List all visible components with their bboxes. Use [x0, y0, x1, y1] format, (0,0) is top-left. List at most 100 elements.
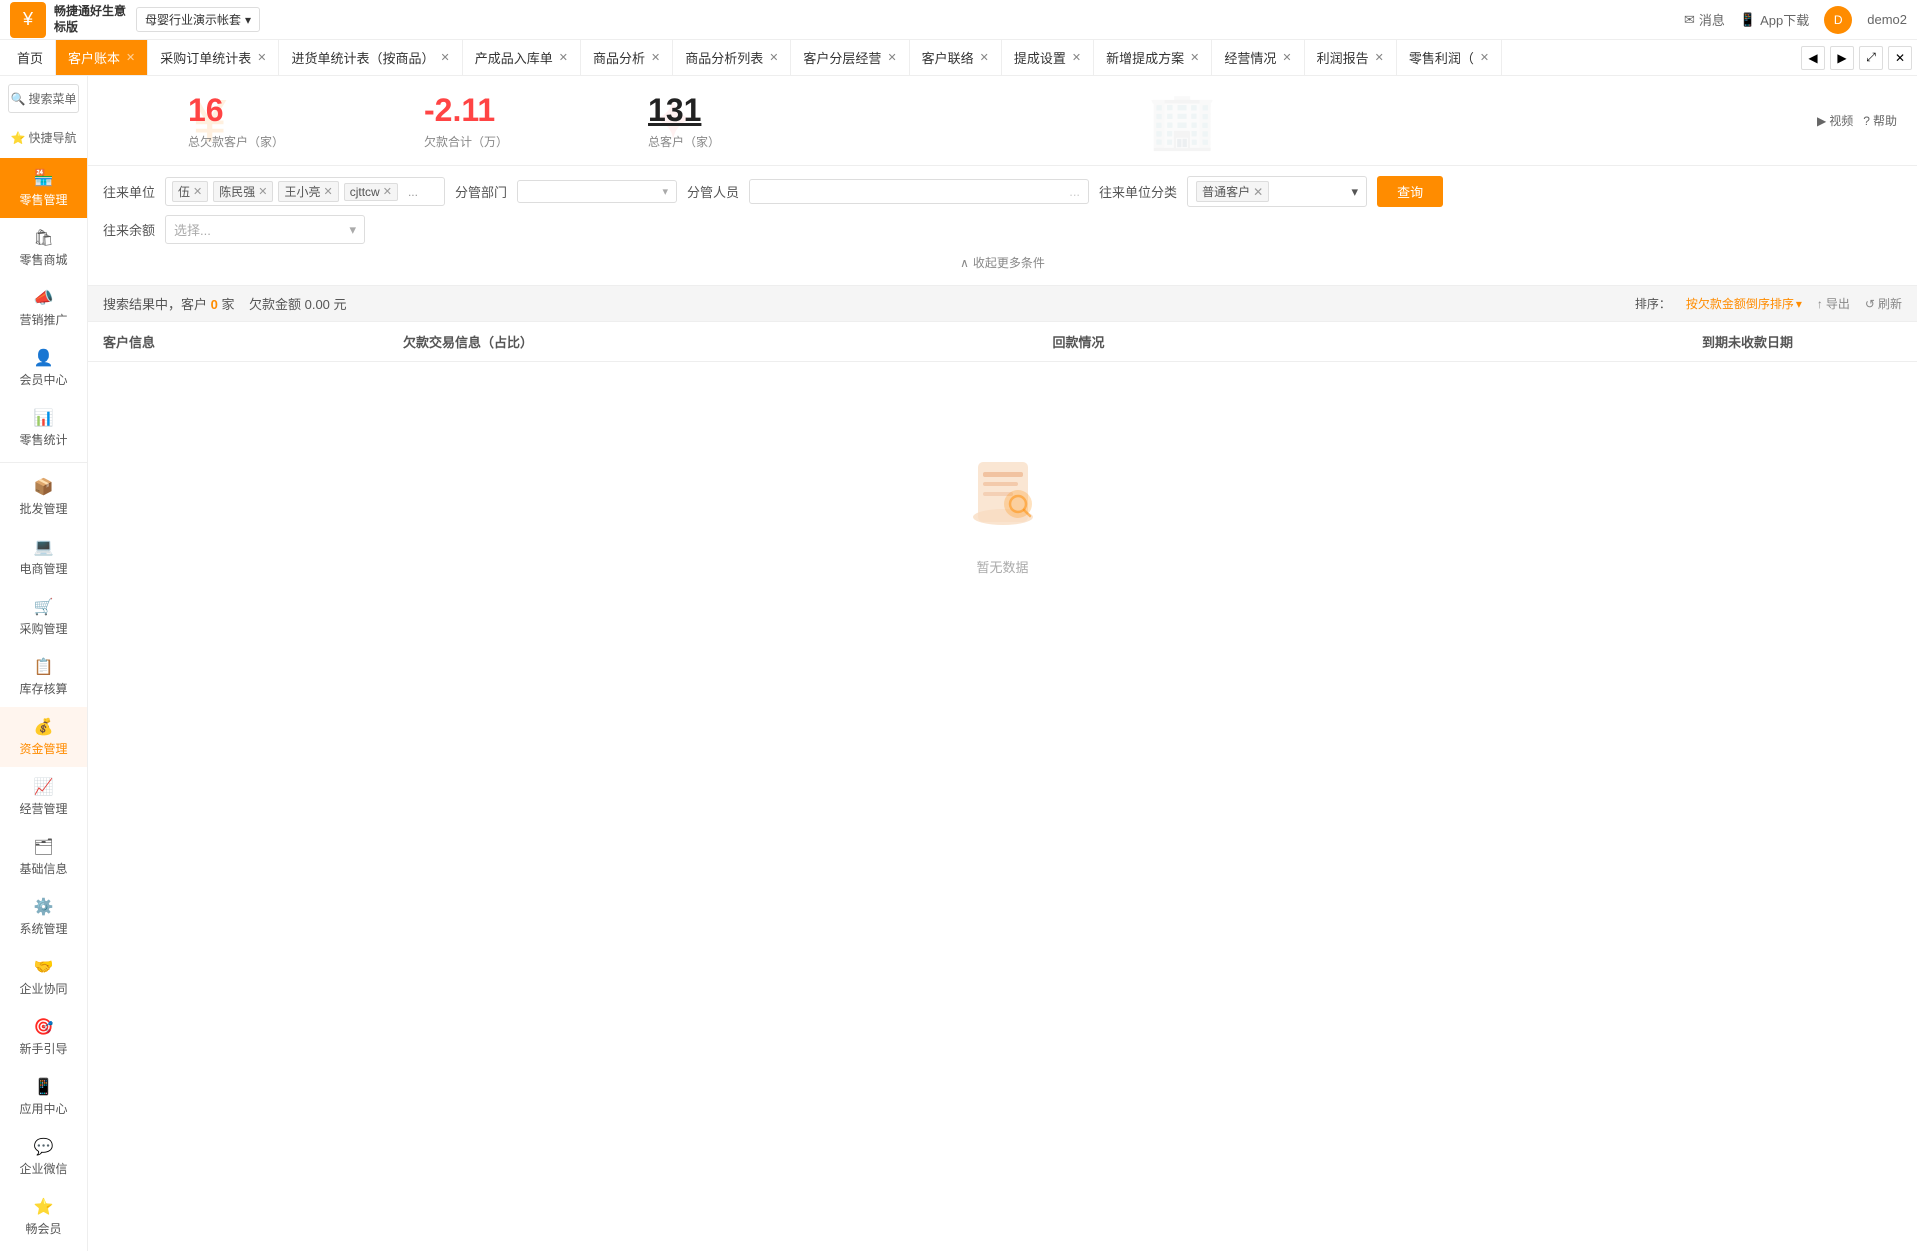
- sidebar-item-zero-retail[interactable]: 🏪 零售管理: [0, 158, 87, 218]
- person-filter-input[interactable]: ...: [749, 179, 1089, 204]
- sidebar-item-vip[interactable]: ⭐ 畅会员: [0, 1187, 87, 1247]
- remove-tag-wu[interactable]: ✕: [193, 185, 202, 198]
- remove-tag-wangxiaoliang[interactable]: ✕: [324, 185, 333, 198]
- sidebar-item-base[interactable]: 🗂 基础信息: [0, 827, 87, 887]
- help-icon: ?: [1863, 114, 1870, 128]
- refresh-icon: ↺: [1865, 297, 1875, 311]
- unit-filter-tags[interactable]: 伍 ✕ 陈民强 ✕ 王小亮 ✕ cjttcw ✕ ...: [165, 177, 445, 206]
- close-icon[interactable]: ✕: [441, 51, 450, 64]
- sidebar-item-corp-wechat[interactable]: 💬 企业微信: [0, 1127, 87, 1187]
- sidebar-item-purchase[interactable]: 🛒 采购管理: [0, 587, 87, 647]
- tab-incoming-stat[interactable]: 进货单统计表（按商品） ✕: [279, 40, 462, 76]
- collapse-button[interactable]: ∧ 收起更多条件: [103, 250, 1902, 275]
- empty-text: 暂无数据: [976, 557, 1028, 576]
- tab-retail-profit[interactable]: 零售利润（ ✕: [1397, 40, 1502, 76]
- remove-tag-chenminqiang[interactable]: ✕: [258, 185, 267, 198]
- tab-profit-report[interactable]: 利润报告 ✕: [1305, 40, 1397, 76]
- amount-filter-label: 往来余额: [103, 220, 155, 239]
- close-icon[interactable]: ✕: [126, 51, 135, 64]
- top-bar-left: ¥ 畅捷通好生意 标版 母婴行业演示帐套 ▾: [10, 2, 260, 38]
- stat-customers-value: 16: [188, 91, 224, 129]
- operation-icon: 📈: [34, 777, 54, 797]
- close-icon[interactable]: ✕: [1375, 51, 1384, 64]
- tab-commission-setting[interactable]: 提成设置 ✕: [1002, 40, 1094, 76]
- play-icon: ▶: [1817, 114, 1826, 128]
- close-icon[interactable]: ✕: [1072, 51, 1081, 64]
- close-icon[interactable]: ✕: [257, 51, 266, 64]
- tab-customer-contact[interactable]: 客户联络 ✕: [910, 40, 1002, 76]
- nav-expand[interactable]: ⤢: [1859, 46, 1883, 70]
- finance-icon: 💰: [34, 717, 54, 737]
- help-link[interactable]: ? 帮助: [1863, 112, 1897, 129]
- sidebar: 🔍 搜索菜单 ⭐ 快捷导航 🏪 零售管理 🛍 零售商城 📣 营销推广 👤: [0, 76, 88, 1251]
- tab-new-commission[interactable]: 新增提成方案 ✕: [1094, 40, 1212, 76]
- tab-business[interactable]: 经营情况 ✕: [1212, 40, 1304, 76]
- col-payment: 回款情况: [1053, 332, 1703, 351]
- nav-left-arrow[interactable]: ◀: [1801, 46, 1825, 70]
- message-button[interactable]: ✉ 消息: [1684, 10, 1725, 29]
- tab-product-storage[interactable]: 产成品入库单 ✕: [463, 40, 581, 76]
- sidebar-item-operation[interactable]: 📈 经营管理: [0, 767, 87, 827]
- video-link[interactable]: ▶ 视频: [1817, 112, 1853, 129]
- close-icon[interactable]: ✕: [651, 51, 660, 64]
- filter-tag-cjttcw: cjttcw ✕: [344, 183, 398, 201]
- query-button[interactable]: 查询: [1377, 176, 1443, 207]
- close-icon[interactable]: ✕: [1282, 51, 1291, 64]
- avatar[interactable]: D: [1824, 6, 1852, 34]
- marketing-icon: 📣: [34, 288, 54, 308]
- close-icon[interactable]: ✕: [980, 51, 989, 64]
- tab-product-analysis[interactable]: 商品分析 ✕: [581, 40, 673, 76]
- sidebar-item-inventory[interactable]: 📋 库存核算: [0, 647, 87, 707]
- sidebar-item-zero-mall[interactable]: 🛍 零售商城: [0, 218, 87, 278]
- search-menu-button[interactable]: 🔍 搜索菜单: [8, 84, 79, 113]
- store-selector[interactable]: 母婴行业演示帐套 ▾: [136, 7, 260, 32]
- guide-icon: 🎯: [34, 1017, 54, 1037]
- sidebar-item-finance[interactable]: 💰 资金管理: [0, 707, 87, 767]
- phone-icon: 📱: [1740, 12, 1756, 28]
- dept-filter-select[interactable]: ▾: [517, 180, 677, 203]
- amount-filter-select[interactable]: 选择... ▾: [165, 215, 365, 244]
- remove-tag-cjttcw[interactable]: ✕: [383, 185, 392, 198]
- ellipsis-icon: ...: [1069, 184, 1080, 199]
- nav-close-all[interactable]: ✕: [1888, 46, 1912, 70]
- filter-tag-more[interactable]: ...: [403, 184, 423, 200]
- nav-right-arrow[interactable]: ▶: [1830, 46, 1854, 70]
- inventory-icon: 📋: [34, 657, 54, 677]
- remove-unit-type-tag[interactable]: ✕: [1253, 185, 1263, 199]
- sidebar-item-new-guide[interactable]: 🎯 新手引导: [0, 1007, 87, 1067]
- sort-select[interactable]: 按欠款金额倒序排序 ▾: [1686, 295, 1802, 312]
- chevron-down-icon: ▾: [1352, 184, 1359, 200]
- sidebar-item-app-center[interactable]: 📱 应用中心: [0, 1067, 87, 1127]
- sidebar-item-zero-stat[interactable]: 📊 零售统计: [0, 398, 87, 458]
- close-icon[interactable]: ✕: [887, 51, 896, 64]
- sidebar-item-member[interactable]: 👤 会员中心: [0, 338, 87, 398]
- sidebar-item-system[interactable]: ⚙️ 系统管理: [0, 887, 87, 947]
- app-download-button[interactable]: 📱 App下载: [1740, 10, 1809, 29]
- tab-product-analysis-list[interactable]: 商品分析列表 ✕: [673, 40, 791, 76]
- search-icon: 🔍: [11, 92, 26, 106]
- sidebar-item-marketing[interactable]: 📣 营销推广: [0, 278, 87, 338]
- stat-debt-label: 欠款合计（万）: [424, 133, 508, 150]
- close-icon[interactable]: ✕: [559, 51, 568, 64]
- content-area: ¥ 16 总欠款客户（家） ✦ -2.11 欠款合计（万） 🏢 131 总客户（…: [88, 76, 1917, 1251]
- wechat-icon: 💬: [34, 1137, 54, 1157]
- tab-home[interactable]: 首页: [5, 40, 56, 76]
- sidebar-item-corp[interactable]: 🤝 企业协同: [0, 947, 87, 1007]
- sidebar-item-ecommerce[interactable]: 💻 电商管理: [0, 527, 87, 587]
- nav-tabs-actions: ◀ ▶ ⤢ ✕: [1801, 46, 1912, 70]
- unit-type-filter-select[interactable]: 普通客户 ✕ ▾: [1187, 176, 1367, 207]
- close-icon[interactable]: ✕: [1480, 51, 1489, 64]
- fast-nav[interactable]: ⭐ 快捷导航: [0, 121, 87, 154]
- data-table: 客户信息 欠款交易信息（占比） 回款情况 到期未收款日期: [88, 322, 1917, 1251]
- tab-purchase-order[interactable]: 采购订单统计表 ✕: [148, 40, 279, 76]
- refresh-button[interactable]: ↺ 刷新: [1865, 295, 1902, 312]
- export-button[interactable]: ↑ 导出: [1817, 295, 1850, 312]
- sidebar-item-wholesale[interactable]: 📦 批发管理: [0, 467, 87, 527]
- col-customer-info: 客户信息: [103, 332, 403, 351]
- close-icon[interactable]: ✕: [769, 51, 778, 64]
- tab-customer-account[interactable]: 客户账本 ✕: [56, 40, 148, 76]
- corp-icon: 🤝: [34, 957, 54, 977]
- member-icon: 👤: [34, 348, 54, 368]
- tab-customer-layer[interactable]: 客户分层经营 ✕: [791, 40, 909, 76]
- close-icon[interactable]: ✕: [1190, 51, 1199, 64]
